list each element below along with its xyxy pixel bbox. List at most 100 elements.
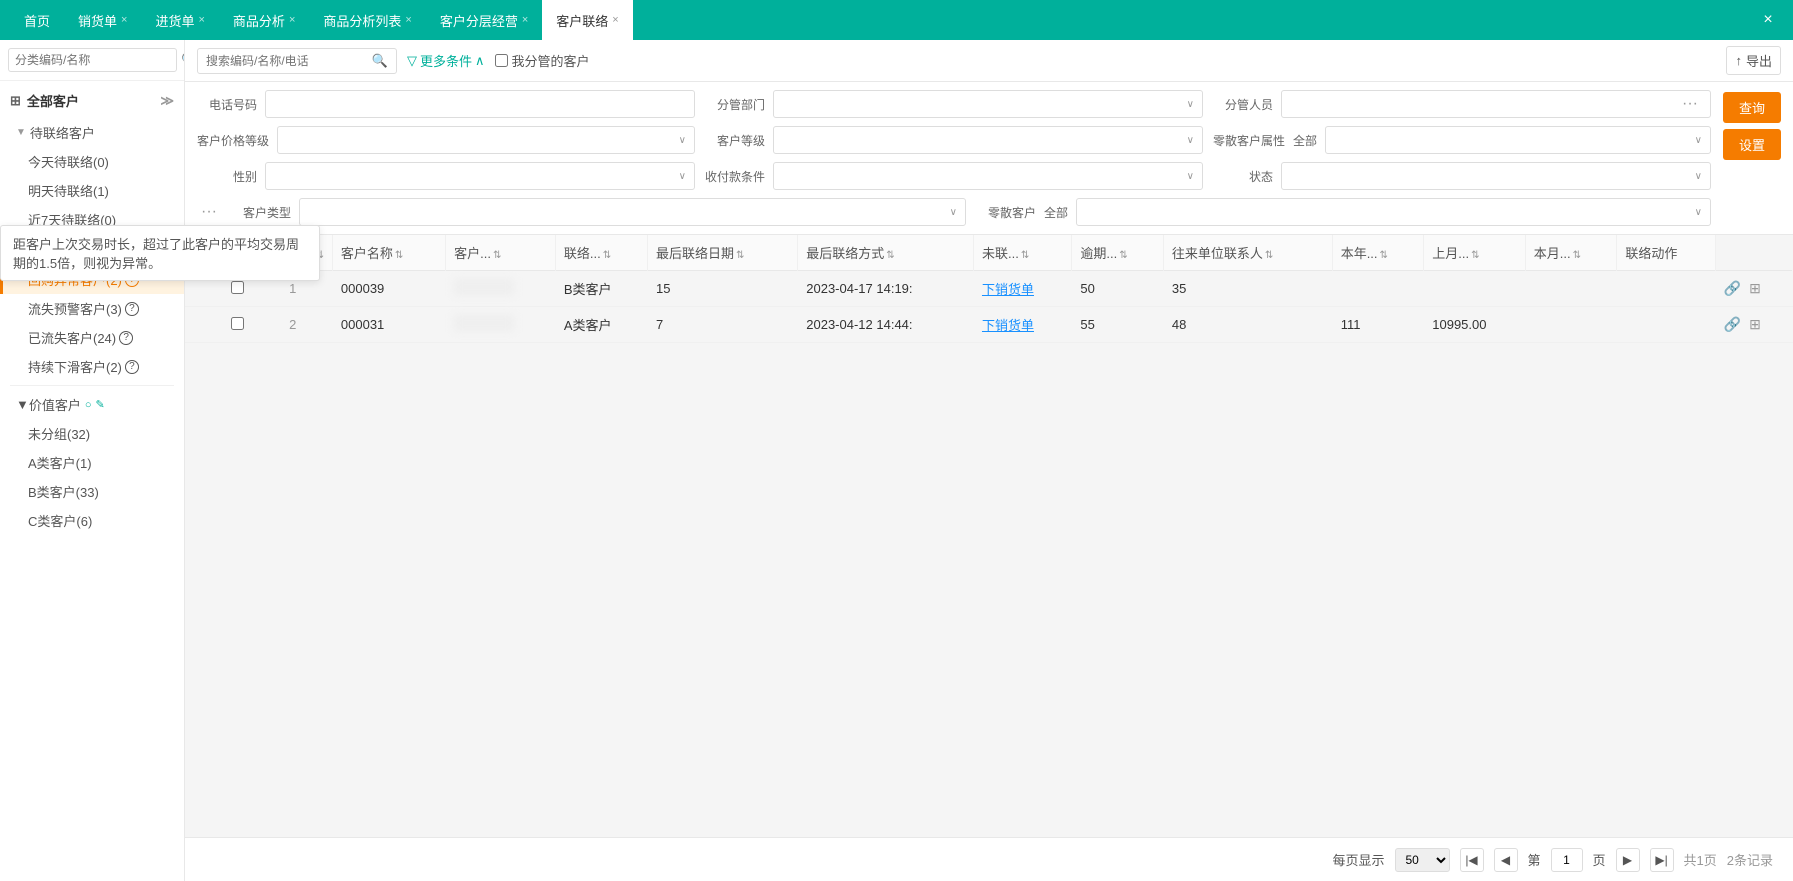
row1-name-blurred (454, 279, 514, 295)
nav-close-sales[interactable]: × (121, 14, 127, 26)
nav-close-purchase[interactable]: × (198, 14, 204, 26)
customer-level-select[interactable]: ∨ (773, 126, 1203, 154)
query-btn-area: 查询 设置 (1723, 92, 1781, 160)
filter-field-branch-person: 分管人员 ··· (1213, 90, 1711, 118)
nav-item-product-analysis[interactable]: 商品分析 × (219, 0, 309, 40)
nav-item-customer-contact[interactable]: 客户联络 × (542, 0, 632, 40)
row2-checkbox[interactable] (231, 317, 244, 330)
sidebar-search-input[interactable] (8, 48, 177, 72)
sort-icon-uncontacted[interactable]: ⇅ (1021, 250, 1029, 261)
row2-check[interactable] (221, 307, 253, 343)
sidebar-item-churned[interactable]: 已流失客户(24) ? (0, 323, 184, 352)
per-page-label: 每页显示 (1332, 850, 1384, 869)
sidebar-item-declining[interactable]: 持续下滑客户(2) ? (0, 352, 184, 381)
gender-select[interactable]: ∨ (265, 162, 695, 190)
row2-last-contact-date: 2023-04-12 14:44: (798, 307, 974, 343)
nav-item-product-list[interactable]: 商品分析列表 × (309, 0, 425, 40)
chevron-gender: ∨ (679, 171, 686, 182)
sort-icon-unit[interactable]: ⇅ (1265, 250, 1273, 261)
filter-search-icon[interactable]: 🔍 (372, 53, 388, 69)
customer-type-label: 客户类型 (231, 204, 291, 221)
filter-search-input[interactable] (206, 54, 366, 68)
my-customers-check[interactable] (495, 54, 508, 67)
sort-icon-contact[interactable]: ⇅ (603, 250, 611, 261)
row2-name (446, 307, 556, 343)
sidebar-collapse-btn[interactable]: ≫ (160, 93, 174, 109)
retail-customer-select[interactable]: ∨ (1076, 198, 1711, 226)
sort-icon-name[interactable]: ⇅ (395, 250, 403, 261)
nav-close-product-analysis[interactable]: × (289, 14, 295, 26)
th-customer-type: 客户...⇅ (446, 235, 556, 271)
branch-dept-select[interactable]: ∨ (773, 90, 1203, 118)
sort-icon-year[interactable]: ⇅ (1380, 250, 1388, 261)
more-conditions-btn[interactable]: ▽ 更多条件 ∧ (407, 51, 485, 70)
next-page-btn[interactable]: ▶ (1616, 848, 1640, 872)
dots-icon-branch[interactable]: ··· (1678, 95, 1702, 113)
filter-search-box: 🔍 (197, 48, 397, 74)
more-dots-btn[interactable]: ··· (197, 203, 221, 221)
phone-label: 电话号码 (197, 96, 257, 113)
nav-close-customer-contact[interactable]: × (612, 14, 618, 26)
status-select[interactable]: ∨ (1281, 162, 1711, 190)
row1-code: 000039 (332, 271, 445, 307)
sort-icon-overdue[interactable]: ⇅ (1119, 250, 1127, 261)
per-page-select[interactable]: 50 20 100 (1395, 848, 1450, 872)
page-suffix: 页 (1593, 850, 1606, 869)
row2-link-icon[interactable]: 🔗 (1724, 316, 1741, 333)
chevron-price-level: ∨ (679, 135, 686, 146)
sidebar-group-header-pending[interactable]: ▼ 待联络客户 (0, 118, 184, 147)
sort-icon-method[interactable]: ⇅ (886, 250, 894, 261)
window-close-button[interactable]: × (1753, 0, 1783, 40)
sidebar-label-churn-warning: 流失预警客户(3) (28, 299, 122, 318)
value-customer-header[interactable]: ▼ 价值客户 ○ ✎ (0, 390, 184, 419)
branch-person-select[interactable]: ··· (1281, 90, 1711, 118)
query-button[interactable]: 查询 (1723, 92, 1781, 123)
sidebar: 🔍 ⊞ 全部客户 ≫ ▼ 待联络客户 今天待联络(0) 明天待联络(1) (0, 40, 185, 881)
nav-close-customer-tier[interactable]: × (522, 14, 528, 26)
row2-contact-count: 7 (648, 307, 798, 343)
chevron-customer-level: ∨ (1187, 135, 1194, 146)
payment-label: 收付款条件 (705, 168, 765, 185)
row1-link-icon[interactable]: 🔗 (1724, 280, 1741, 297)
first-page-btn[interactable]: |◀ (1460, 848, 1484, 872)
price-level-select[interactable]: ∨ (277, 126, 695, 154)
prev-page-btn[interactable]: ◀ (1494, 848, 1518, 872)
page-input[interactable] (1551, 848, 1583, 872)
export-button[interactable]: ↑ 导出 (1726, 46, 1781, 75)
value-customer-edit2-icon[interactable]: ✎ (96, 398, 105, 411)
sidebar-item-a-class[interactable]: A类客户(1) (0, 448, 184, 477)
row1-last-contact-date: 2023-04-17 14:19: (798, 271, 974, 307)
nav-item-purchase[interactable]: 进货单 × (141, 0, 218, 40)
sidebar-item-today[interactable]: 今天待联络(0) (0, 147, 184, 176)
sidebar-all-customers-label: 全部客户 (27, 91, 79, 110)
sidebar-item-c-class[interactable]: C类客户(6) (0, 506, 184, 535)
phone-input[interactable] (265, 90, 695, 118)
nav-item-sales[interactable]: 销货单 × (64, 0, 141, 40)
row1-grid-icon[interactable]: ⊞ (1749, 280, 1761, 297)
sidebar-item-ungroup[interactable]: 未分组(32) (0, 419, 184, 448)
retail-attr-select[interactable]: ∨ (1325, 126, 1711, 154)
sidebar-item-tomorrow[interactable]: 明天待联络(1) (0, 176, 184, 205)
filter-field-status: 状态 ∨ (1213, 162, 1711, 190)
sort-icon-current-month[interactable]: ⇅ (1573, 250, 1581, 261)
nav-item-customer-tier[interactable]: 客户分层经营 × (426, 0, 542, 40)
settings-button[interactable]: 设置 (1723, 129, 1781, 160)
nav-item-home[interactable]: 首页 (10, 0, 64, 40)
payment-select[interactable]: ∨ (773, 162, 1203, 190)
row2-method-link[interactable]: 下销货单 (982, 318, 1034, 333)
sidebar-all-customers[interactable]: ⊞ 全部客户 ≫ (0, 85, 184, 116)
sort-icon-last-month[interactable]: ⇅ (1471, 250, 1479, 261)
value-customer-edit-icon[interactable]: ○ (85, 399, 92, 411)
last-page-btn[interactable]: ▶| (1650, 848, 1674, 872)
sort-icon-type[interactable]: ⇅ (493, 250, 501, 261)
row2-code: 000031 (332, 307, 445, 343)
table-scroll-wrapper[interactable]: ⚙ 客户编码⇅ 客户名称⇅ 客户...⇅ 联络...⇅ 最后联络日期⇅ 最后联络… (185, 235, 1793, 837)
row1-method-link[interactable]: 下销货单 (982, 282, 1034, 297)
sort-icon-date[interactable]: ⇅ (736, 250, 744, 261)
customer-type-select[interactable]: ∨ (299, 198, 966, 226)
nav-close-product-list[interactable]: × (405, 14, 411, 26)
sidebar-item-churn-warning[interactable]: 流失预警客户(3) ? (0, 294, 184, 323)
row2-grid-icon[interactable]: ⊞ (1749, 316, 1761, 333)
row1-checkbox[interactable] (231, 281, 244, 294)
sidebar-item-b-class[interactable]: B类客户(33) (0, 477, 184, 506)
